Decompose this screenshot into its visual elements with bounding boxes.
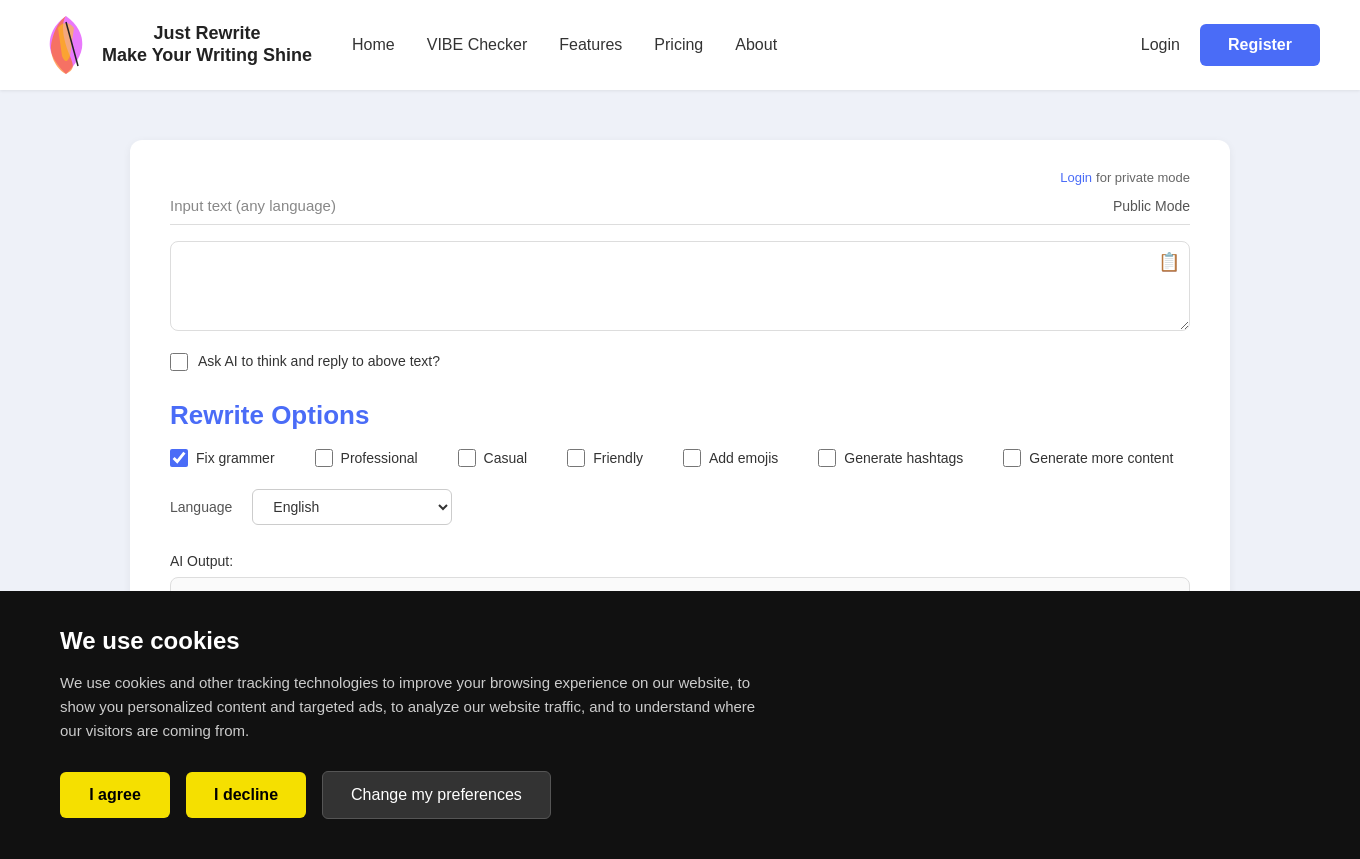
checkbox-fix-grammer[interactable]: [170, 449, 188, 467]
option-generate-more-content-label: Generate more content: [1029, 450, 1173, 466]
cookie-banner: We use cookies We use cookies and other …: [0, 591, 1360, 859]
navbar: Just Rewrite Make Your Writing Shine Hom…: [0, 0, 1360, 90]
private-mode-login-link[interactable]: Login: [1060, 170, 1092, 185]
option-generate-more-content: Generate more content: [1003, 449, 1173, 467]
nav-links: Home VIBE Checker Features Pricing About: [352, 36, 1101, 54]
logo-text: Just Rewrite: [102, 23, 312, 45]
checkbox-add-emojis[interactable]: [683, 449, 701, 467]
option-professional: Professional: [315, 449, 418, 467]
main-textarea[interactable]: [170, 241, 1190, 331]
language-row: Language English Spanish French German I…: [170, 489, 1190, 525]
private-mode-text: for private mode: [1096, 170, 1190, 185]
paste-icon[interactable]: 📋: [1158, 251, 1180, 273]
cookie-text: We use cookies and other tracking techno…: [60, 671, 760, 743]
option-add-emojis: Add emojis: [683, 449, 778, 467]
logo-subtext: Make Your Writing Shine: [102, 45, 312, 65]
cookie-decline-button[interactable]: I decline: [186, 772, 306, 818]
nav-home[interactable]: Home: [352, 36, 395, 54]
option-friendly: Friendly: [567, 449, 643, 467]
option-friendly-label: Friendly: [593, 450, 643, 466]
language-select[interactable]: English Spanish French German Italian Po…: [252, 489, 452, 525]
input-label: Input text (any language): [170, 197, 336, 214]
input-header: Input text (any language) Public Mode: [170, 197, 1190, 225]
option-casual-label: Casual: [484, 450, 528, 466]
option-add-emojis-label: Add emojis: [709, 450, 778, 466]
option-casual: Casual: [458, 449, 528, 467]
checkbox-professional[interactable]: [315, 449, 333, 467]
private-mode-row: Login for private mode: [170, 170, 1190, 185]
option-generate-hashtags: Generate hashtags: [818, 449, 963, 467]
option-fix-grammer: Fix grammer: [170, 449, 275, 467]
nav-vibe-checker[interactable]: VIBE Checker: [427, 36, 527, 54]
ai-output-label: AI Output:: [170, 553, 1190, 569]
option-fix-grammer-label: Fix grammer: [196, 450, 275, 466]
public-mode-label: Public Mode: [1113, 198, 1190, 214]
ai-think-row: Ask AI to think and reply to above text?: [170, 351, 1190, 372]
nav-features[interactable]: Features: [559, 36, 622, 54]
nav-about[interactable]: About: [735, 36, 777, 54]
option-generate-hashtags-label: Generate hashtags: [844, 450, 963, 466]
options-grid: Fix grammer Professional Casual Friendly…: [170, 449, 1190, 467]
language-label: Language: [170, 499, 232, 515]
ai-think-checkbox[interactable]: [170, 353, 188, 371]
checkbox-friendly[interactable]: [567, 449, 585, 467]
login-button[interactable]: Login: [1141, 36, 1180, 54]
cookie-change-prefs-button[interactable]: Change my preferences: [322, 771, 551, 819]
ai-think-label: Ask AI to think and reply to above text?: [198, 351, 440, 372]
cookie-agree-button[interactable]: I agree: [60, 772, 170, 818]
section-title: Rewrite Options: [170, 400, 1190, 431]
cookie-title: We use cookies: [60, 627, 1300, 655]
text-area-wrap: 📋: [170, 241, 1190, 335]
logo-icon: [40, 14, 92, 76]
checkbox-generate-hashtags[interactable]: [818, 449, 836, 467]
register-button[interactable]: Register: [1200, 24, 1320, 66]
checkbox-generate-more-content[interactable]: [1003, 449, 1021, 467]
checkbox-casual[interactable]: [458, 449, 476, 467]
cookie-buttons: I agree I decline Change my preferences: [60, 771, 1300, 819]
option-professional-label: Professional: [341, 450, 418, 466]
nav-right: Login Register: [1141, 24, 1320, 66]
nav-pricing[interactable]: Pricing: [654, 36, 703, 54]
logo[interactable]: Just Rewrite Make Your Writing Shine: [40, 14, 312, 76]
